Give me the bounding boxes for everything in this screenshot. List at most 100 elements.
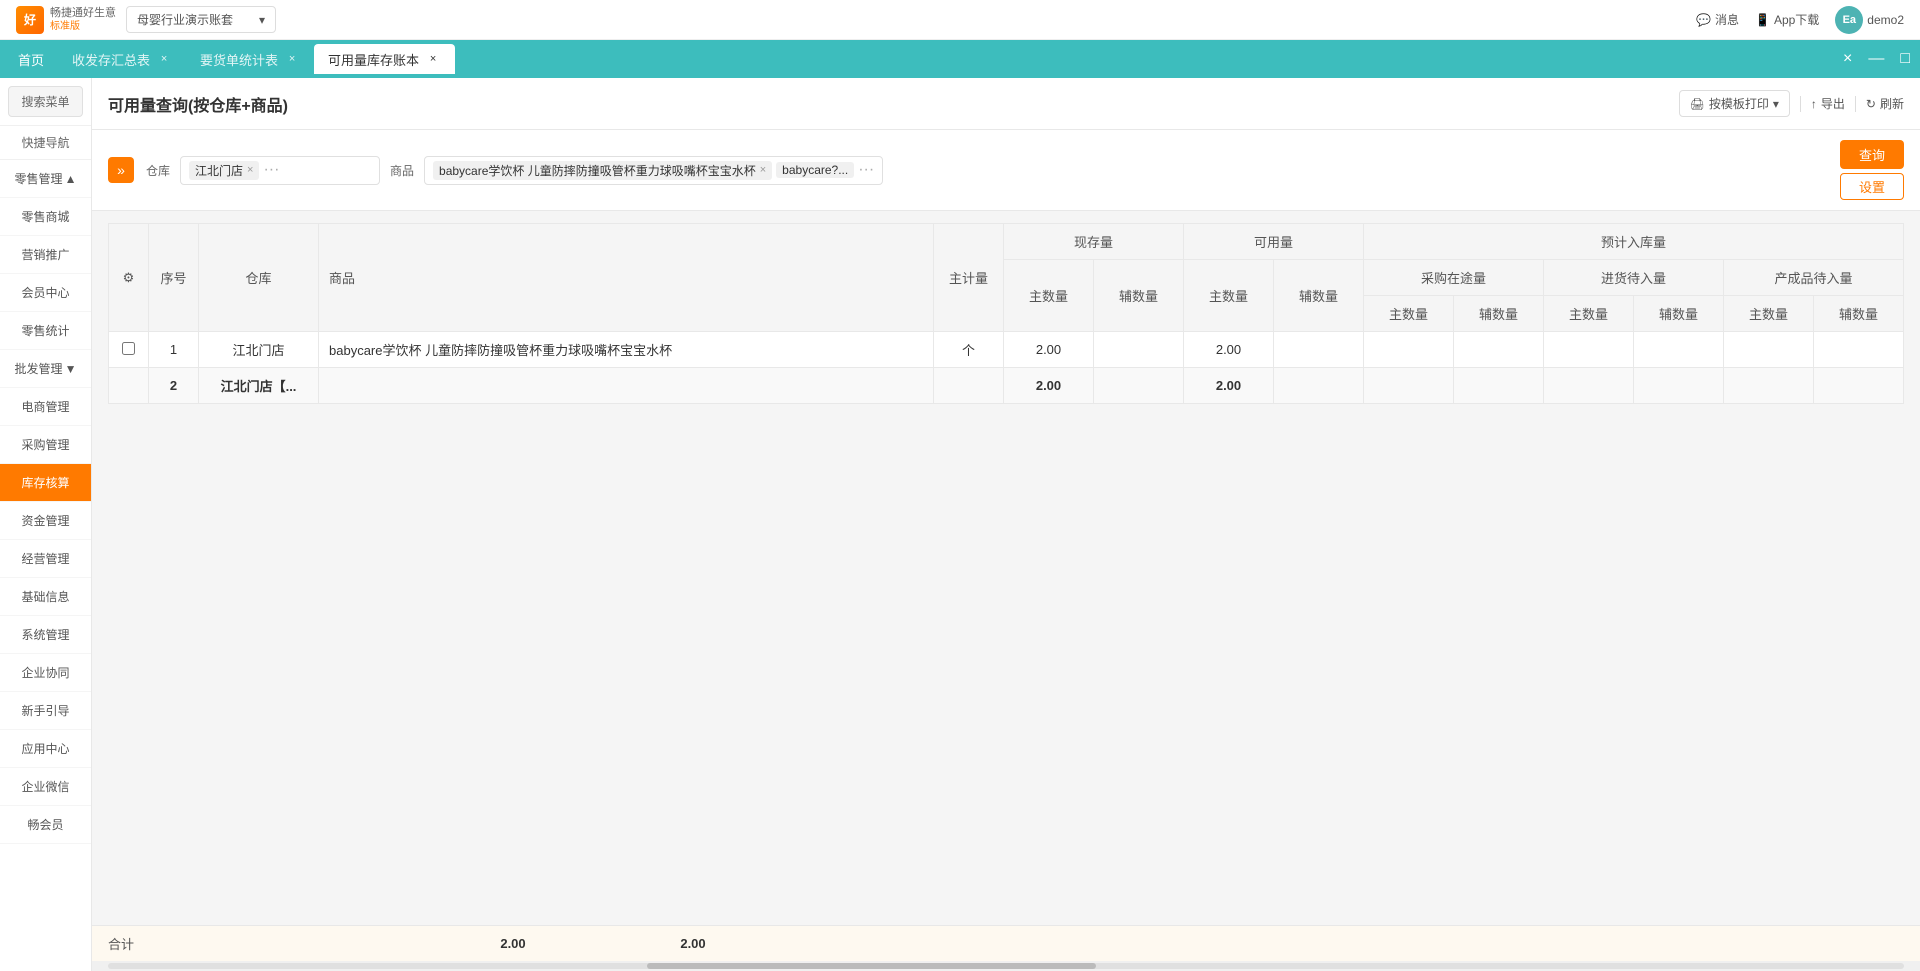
user-action[interactable]: Ea demo2 <box>1835 6 1904 34</box>
col-header-stock-aux: 辅数量 <box>1094 260 1184 332</box>
row1-production-main <box>1724 332 1814 368</box>
chevron-down-icon: ▼ <box>65 362 77 376</box>
warehouse-filter-input[interactable]: 江北门店 × ··· <box>180 156 380 185</box>
sidebar-item-marketing[interactable]: 营销推广 <box>0 236 91 274</box>
mobile-icon: 📱 <box>1755 13 1770 27</box>
sidebar-item-finance-mgmt[interactable]: 资金管理 <box>0 502 91 540</box>
tab-keyongliang[interactable]: 可用量库存账本 × <box>314 44 455 74</box>
filter-actions: 查询 设置 <box>1840 140 1904 200</box>
divider <box>1855 96 1856 112</box>
data-table: ⚙ 序号 仓库 商品 主计量 现存量 可用量 预计入库量 主数量 辅数量 主数量 <box>108 223 1904 404</box>
page-header-actions: 🖨 按模板打印 ▾ ↑ 导出 ↻ 刷新 <box>1679 90 1904 129</box>
row2-incoming-main <box>1544 368 1634 404</box>
row1-unit: 个 <box>934 332 1004 368</box>
col-header-available-group: 可用量 <box>1184 224 1364 260</box>
filter-row: 仓库 江北门店 × ··· 商品 babycare学饮杯 儿童防摔防撞吸管杯重力… <box>146 156 1828 185</box>
row2-stock-main: 2.00 <box>1004 368 1094 404</box>
footer-label: 合计 <box>108 934 268 953</box>
tab-home[interactable]: 首页 <box>4 50 58 69</box>
logo-icon: 好 <box>16 6 44 34</box>
close-tab-keyongliang-icon[interactable]: × <box>425 51 441 67</box>
sidebar-item-app-center[interactable]: 应用中心 <box>0 730 91 768</box>
footer-available-main: 2.00 <box>648 936 738 951</box>
table-settings-header[interactable]: ⚙ <box>109 224 149 332</box>
maximize-icon[interactable]: □ <box>1894 50 1916 68</box>
industry-select[interactable]: 母婴行业演示账套 ▾ <box>126 6 276 33</box>
top-bar-right: 💬 消息 📱 App下载 Ea demo2 <box>1696 6 1904 34</box>
product-filter-tag2: babycare?... <box>776 162 854 178</box>
remove-product-tag1-icon[interactable]: × <box>760 164 766 176</box>
row2-no: 2 <box>149 368 199 404</box>
chevron-icon: ▲ <box>65 172 77 186</box>
settings-button[interactable]: 设置 <box>1840 173 1904 200</box>
sidebar-item-member-center[interactable]: 会员中心 <box>0 274 91 312</box>
sidebar-item-ecommerce-mgmt[interactable]: 电商管理 <box>0 388 91 426</box>
sidebar-item-enterprise-collab[interactable]: 企业协同 <box>0 654 91 692</box>
sidebar-item-purchase-mgmt[interactable]: 采购管理 <box>0 426 91 464</box>
logo-text: 畅捷通好生意 标准版 <box>50 6 116 33</box>
remove-warehouse-tag-icon[interactable]: × <box>247 164 253 176</box>
nav-tabs: 首页 收发存汇总表 × 要货单统计表 × 可用量库存账本 × × — □ <box>0 40 1920 78</box>
col-header-product: 商品 <box>319 224 934 332</box>
col-header-stock-group: 现存量 <box>1004 224 1184 260</box>
row1-available-aux <box>1274 332 1364 368</box>
search-menu-button[interactable]: 搜索菜单 <box>8 86 83 117</box>
row2-warehouse: 江北门店【... <box>199 368 319 404</box>
product-filter-input[interactable]: babycare学饮杯 儿童防摔防撞吸管杯重力球吸嘴杯宝宝水杯 × babyca… <box>424 156 883 185</box>
close-tab-shoufazhiye-icon[interactable]: × <box>156 51 172 67</box>
filter-more-icon[interactable]: ··· <box>263 161 279 179</box>
sidebar-item-system-mgmt[interactable]: 系统管理 <box>0 616 91 654</box>
col-header-available-main: 主数量 <box>1184 260 1274 332</box>
scroll-bar-area <box>92 961 1920 971</box>
sidebar-item-enterprise-wechat[interactable]: 企业微信 <box>0 768 91 806</box>
row2-production-main <box>1724 368 1814 404</box>
top-bar: 好 畅捷通好生意 标准版 母婴行业演示账套 ▾ 💬 消息 📱 App下载 Ea … <box>0 0 1920 40</box>
warehouse-filter-tag: 江北门店 × <box>189 161 259 180</box>
print-icon: 🖨 <box>1690 97 1705 111</box>
sidebar-item-operations-mgmt[interactable]: 经营管理 <box>0 540 91 578</box>
tab-yaohuodan[interactable]: 要货单统计表 × <box>186 44 314 74</box>
sidebar-item-new-guide[interactable]: 新手引导 <box>0 692 91 730</box>
filter-more-icon[interactable]: ··· <box>858 161 874 179</box>
page-header: 可用量查询(按仓库+商品) 🖨 按模板打印 ▾ ↑ 导出 ↻ 刷新 <box>92 78 1920 130</box>
sidebar-item-retail-mgmt[interactable]: 零售管理 ▲ <box>0 160 91 198</box>
table-row: 1 江北门店 babycare学饮杯 儿童防摔防撞吸管杯重力球吸嘴杯宝宝水杯 个… <box>109 332 1904 368</box>
close-tab-yaohuodan-icon[interactable]: × <box>284 51 300 67</box>
sidebar-item-basic-info[interactable]: 基础信息 <box>0 578 91 616</box>
table-area: ⚙ 序号 仓库 商品 主计量 现存量 可用量 预计入库量 主数量 辅数量 主数量 <box>92 211 1920 925</box>
template-print-button[interactable]: 🖨 按模板打印 ▾ <box>1679 90 1790 117</box>
table-row-subtotal: 2 江北门店【... 2.00 2.00 <box>109 368 1904 404</box>
sidebar-item-batch-mgmt[interactable]: 批发管理 ▼ <box>0 350 91 388</box>
filter-expand-button[interactable]: » <box>108 157 134 183</box>
row1-checkbox[interactable] <box>109 332 149 368</box>
sidebar-item-retail-stats[interactable]: 零售统计 <box>0 312 91 350</box>
scroll-track[interactable] <box>108 963 1904 969</box>
col-header-purchase-main: 主数量 <box>1364 296 1454 332</box>
chevron-down-icon: ▾ <box>259 13 265 27</box>
col-header-incoming-aux: 辅数量 <box>1634 296 1724 332</box>
quick-nav-button[interactable]: 快捷导航 <box>0 126 91 160</box>
query-button[interactable]: 查询 <box>1840 140 1904 169</box>
gear-icon: ⚙ <box>123 270 135 285</box>
row1-incoming-aux <box>1634 332 1724 368</box>
scroll-thumb[interactable] <box>647 963 1096 969</box>
sidebar-item-inventory-check[interactable]: 库存核算 <box>0 464 91 502</box>
close-all-tabs-icon[interactable]: × <box>1837 50 1858 68</box>
col-header-stock-main: 主数量 <box>1004 260 1094 332</box>
tab-shoufazhiye[interactable]: 收发存汇总表 × <box>58 44 186 74</box>
warehouse-filter-label: 仓库 <box>146 162 170 179</box>
col-header-available-aux: 辅数量 <box>1274 260 1364 332</box>
row2-available-aux <box>1274 368 1364 404</box>
refresh-button[interactable]: ↻ 刷新 <box>1866 95 1904 112</box>
minimize-icon[interactable]: — <box>1862 50 1890 68</box>
row2-checkbox <box>109 368 149 404</box>
export-button[interactable]: ↑ 导出 <box>1811 95 1845 112</box>
message-action[interactable]: 💬 消息 <box>1696 11 1739 28</box>
sidebar-item-retail-mall[interactable]: 零售商城 <box>0 198 91 236</box>
row1-warehouse: 江北门店 <box>199 332 319 368</box>
app-download-action[interactable]: 📱 App下载 <box>1755 11 1819 28</box>
row1-no: 1 <box>149 332 199 368</box>
sidebar-item-vip-member[interactable]: 畅会员 <box>0 806 91 844</box>
row2-production-aux <box>1814 368 1904 404</box>
col-header-production-group: 产成品待入量 <box>1724 260 1904 296</box>
